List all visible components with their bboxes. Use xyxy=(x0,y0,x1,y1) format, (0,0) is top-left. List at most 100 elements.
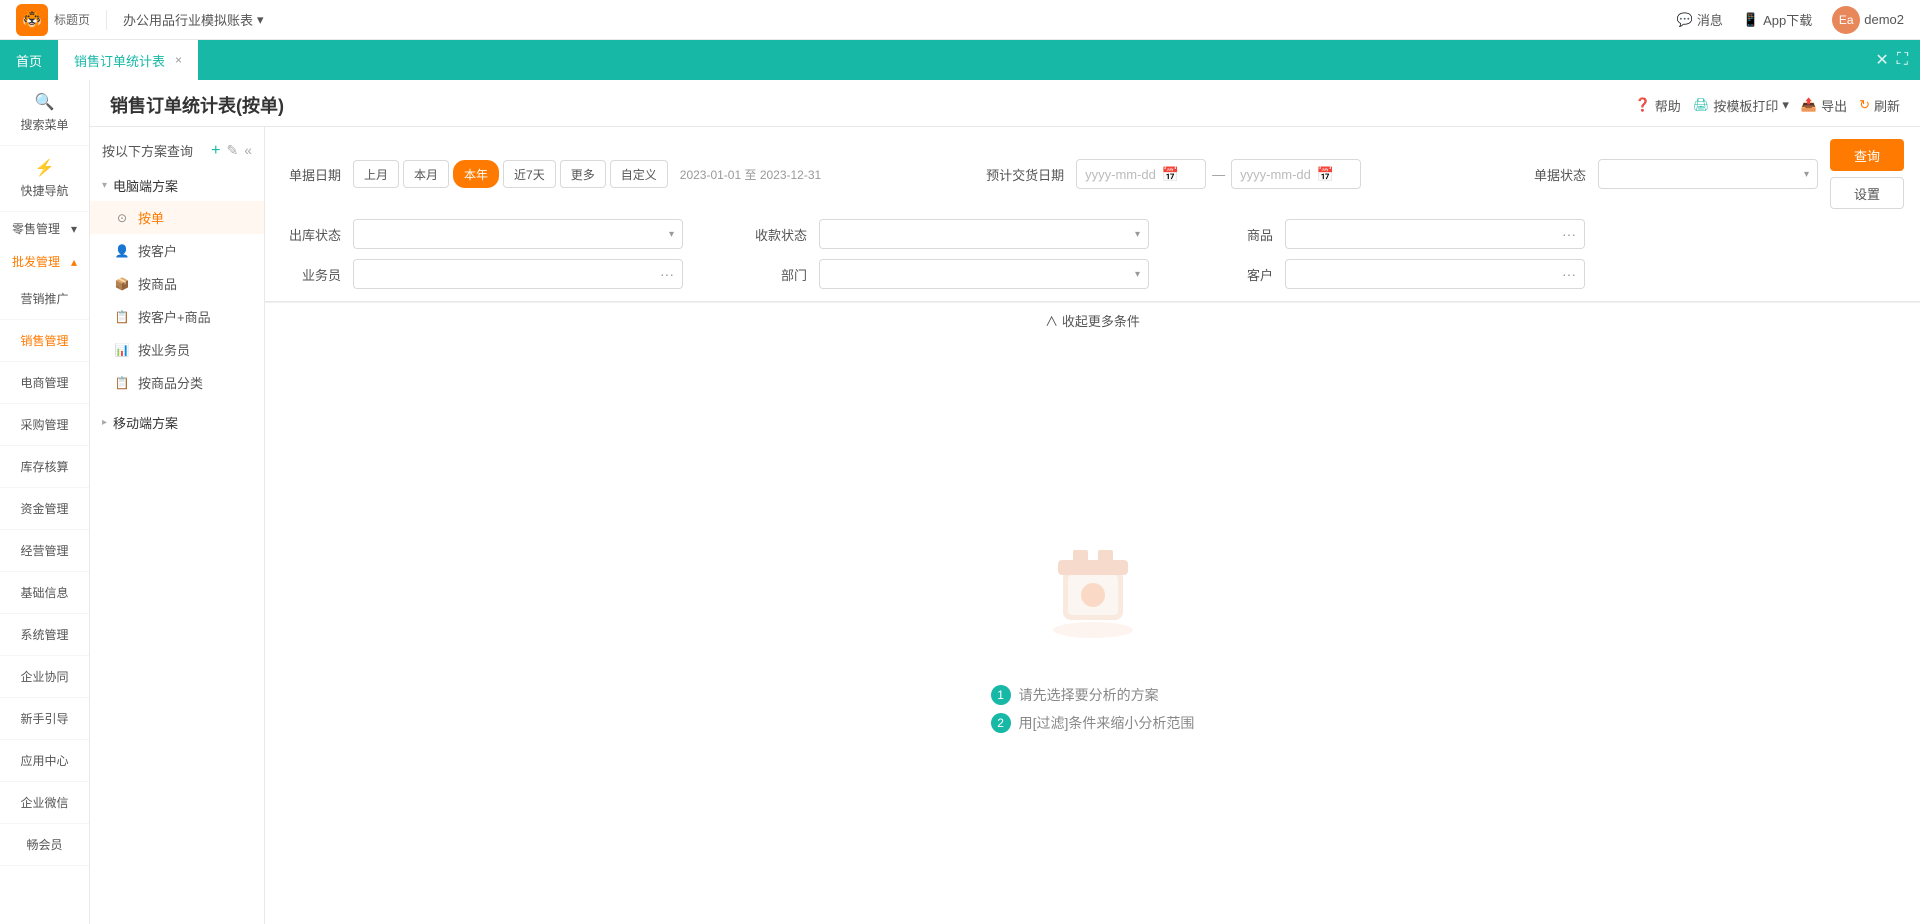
period-this-month-btn[interactable]: 本月 xyxy=(403,160,449,188)
bygoods-label: 按商品 xyxy=(138,274,177,293)
help-btn[interactable]: ❓ 帮助 xyxy=(1635,96,1681,115)
department-select[interactable]: ▾ xyxy=(819,259,1149,289)
tab-home[interactable]: 首页 xyxy=(0,40,58,80)
sidebar-section-wholesale[interactable]: 批发管理 ▴ xyxy=(0,245,89,278)
tab-bar-right: ✕ ⛶ xyxy=(1875,50,1920,70)
tab-home-label: 首页 xyxy=(16,51,42,70)
window-close-btn[interactable]: ✕ xyxy=(1875,50,1888,70)
period-custom-btn[interactable]: 自定义 xyxy=(610,160,668,188)
body-layout: 按以下方案查询 + ✎ « ▾ 电脑端方案 ⊙ 按单 xyxy=(90,127,1920,924)
export-btn[interactable]: 📤 导出 xyxy=(1801,96,1847,115)
salesperson-input[interactable]: ··· xyxy=(353,259,683,289)
sidebar-item-appcenter[interactable]: 应用中心 xyxy=(0,740,89,782)
hint1-text: 请先选择要分析的方案 xyxy=(1019,685,1159,705)
customer-input[interactable]: ··· xyxy=(1285,259,1585,289)
customer-label: 客户 xyxy=(1213,265,1273,284)
mobile-scheme-title[interactable]: ▸ 移动端方案 xyxy=(90,407,264,438)
filter-actions: 查询 设置 xyxy=(1830,139,1904,209)
scheme-item-bycustomergoods[interactable]: 📋 按客户+商品 xyxy=(90,300,264,333)
help-label: 帮助 xyxy=(1655,96,1681,115)
scheme-item-bysalesperson[interactable]: 📊 按业务员 xyxy=(90,333,264,366)
sidebar-item-ecommerce[interactable]: 电商管理 xyxy=(0,362,89,404)
ship-status-select[interactable]: ▾ xyxy=(353,219,683,249)
scheme-item-bygoodscat[interactable]: 📋 按商品分类 xyxy=(90,366,264,399)
collapse-bar[interactable]: ∧ 收起更多条件 xyxy=(265,302,1920,338)
tab-bar: 首页 销售订单统计表 × ✕ ⛶ xyxy=(0,40,1920,80)
bygoodscat-label: 按商品分类 xyxy=(138,373,203,392)
ship-status-arrow: ▾ xyxy=(669,229,674,240)
pay-status-arrow: ▾ xyxy=(1135,229,1140,240)
sidebar-item-newuser[interactable]: 新手引导 xyxy=(0,698,89,740)
print-btn[interactable]: 🖨 按模板打印 ▾ xyxy=(1693,96,1789,115)
collapse-panel-btn[interactable]: « xyxy=(244,142,252,160)
scheme-item-byorder[interactable]: ⊙ 按单 xyxy=(90,201,264,234)
set-btn[interactable]: 设置 xyxy=(1830,177,1904,209)
mobile-arrow: ▸ xyxy=(102,417,107,428)
tab-sales-stats[interactable]: 销售订单统计表 × xyxy=(58,40,198,80)
period-last-month-btn[interactable]: 上月 xyxy=(353,160,399,188)
expected-date-end[interactable]: yyyy-mm-dd 📅 xyxy=(1231,159,1361,189)
window-expand-btn[interactable]: ⛶ xyxy=(1897,51,1908,69)
sidebar-item-quicknav[interactable]: ⚡ 快捷导航 xyxy=(0,146,89,212)
app-download-btn[interactable]: 📱 App下载 xyxy=(1743,10,1812,29)
expected-date-start[interactable]: yyyy-mm-dd 📅 xyxy=(1076,159,1206,189)
refresh-btn[interactable]: ↻ 刷新 xyxy=(1859,96,1900,115)
left-panel: 按以下方案查询 + ✎ « ▾ 电脑端方案 ⊙ 按单 xyxy=(90,127,265,924)
message-btn[interactable]: 💬 消息 xyxy=(1677,10,1723,29)
scheme-item-bygoods[interactable]: 📦 按商品 xyxy=(90,267,264,300)
user-area[interactable]: Ea demo2 xyxy=(1832,6,1904,34)
empty-hint-2: 2 用[过滤]条件来缩小分析范围 xyxy=(991,713,1195,733)
sidebar-operations-label: 经营管理 xyxy=(20,542,68,559)
collapse-label: 收起更多条件 xyxy=(1062,314,1140,329)
period-more-btn[interactable]: 更多 xyxy=(560,160,606,188)
sidebar-item-purchase[interactable]: 采购管理 xyxy=(0,404,89,446)
sidebar-member-label: 畅会员 xyxy=(26,836,62,853)
retail-label: 零售管理 xyxy=(12,220,60,237)
period-this-year-btn[interactable]: 本年 xyxy=(453,160,499,188)
sidebar-item-finance[interactable]: 资金管理 xyxy=(0,488,89,530)
bycustomer-label: 按客户 xyxy=(138,241,177,260)
sidebar-item-member[interactable]: 畅会员 xyxy=(0,824,89,866)
byorder-label: 按单 xyxy=(138,208,164,227)
query-btn[interactable]: 查询 xyxy=(1830,139,1904,171)
byorder-icon: ⊙ xyxy=(114,210,130,226)
sidebar-item-basic[interactable]: 基础信息 xyxy=(0,572,89,614)
add-scheme-btn[interactable]: + xyxy=(211,142,220,160)
salesperson-dots[interactable]: ··· xyxy=(660,266,674,282)
sidebar-item-sales[interactable]: 销售管理 xyxy=(0,320,89,362)
period-last7days-btn[interactable]: 近7天 xyxy=(503,160,556,188)
sidebar-item-operations[interactable]: 经营管理 xyxy=(0,530,89,572)
sidebar-item-system[interactable]: 系统管理 xyxy=(0,614,89,656)
pc-scheme-title[interactable]: ▾ 电脑端方案 xyxy=(90,170,264,201)
left-panel-header: 按以下方案查询 + ✎ « xyxy=(90,135,264,166)
sidebar-newuser-label: 新手引导 xyxy=(20,710,68,727)
cal-icon-end: 📅 xyxy=(1317,166,1334,183)
sidebar-item-marketing[interactable]: 营销推广 xyxy=(0,278,89,320)
goods-dots[interactable]: ··· xyxy=(1562,226,1576,242)
sidebar-ecommerce-label: 电商管理 xyxy=(20,374,68,391)
sidebar-item-corpwechat[interactable]: 企业微信 xyxy=(0,782,89,824)
pay-status-select[interactable]: ▾ xyxy=(819,219,1149,249)
tab-close-icon[interactable]: × xyxy=(175,53,182,67)
collapse-icon: ∧ xyxy=(1045,314,1058,329)
app-selector[interactable]: 办公用品行业模拟账表 ▾ xyxy=(123,10,264,29)
customer-dots[interactable]: ··· xyxy=(1562,266,1576,282)
edit-scheme-btn[interactable]: ✎ xyxy=(226,142,238,160)
sidebar-section-retail[interactable]: 零售管理 ▾ xyxy=(0,212,89,245)
top-bar: 🐯 标题页 办公用品行业模拟账表 ▾ 💬 消息 📱 App下载 Ea demo2 xyxy=(0,0,1920,40)
sidebar-item-search[interactable]: 🔍 搜索菜单 xyxy=(0,80,89,146)
mobile-scheme-label: 移动端方案 xyxy=(113,413,178,432)
page-header-actions: ❓ 帮助 🖨 按模板打印 ▾ 📤 导出 ↻ 刷新 xyxy=(1635,96,1900,115)
order-status-select[interactable]: ▾ xyxy=(1598,159,1818,189)
logo-text: 标题页 xyxy=(54,11,90,28)
sidebar-quicknav-label: 快捷导航 xyxy=(20,182,68,199)
bysalesperson-icon: 📊 xyxy=(114,342,130,358)
goods-input[interactable]: ··· xyxy=(1285,219,1585,249)
user-name: demo2 xyxy=(1864,12,1904,27)
bygoods-icon: 📦 xyxy=(114,276,130,292)
sidebar-item-inventory[interactable]: 库存核算 xyxy=(0,446,89,488)
ship-status-label: 出库状态 xyxy=(281,225,341,244)
scheme-item-bycustomer[interactable]: 👤 按客户 xyxy=(90,234,264,267)
export-label: 导出 xyxy=(1821,96,1847,115)
sidebar-item-enterprise[interactable]: 企业协同 xyxy=(0,656,89,698)
